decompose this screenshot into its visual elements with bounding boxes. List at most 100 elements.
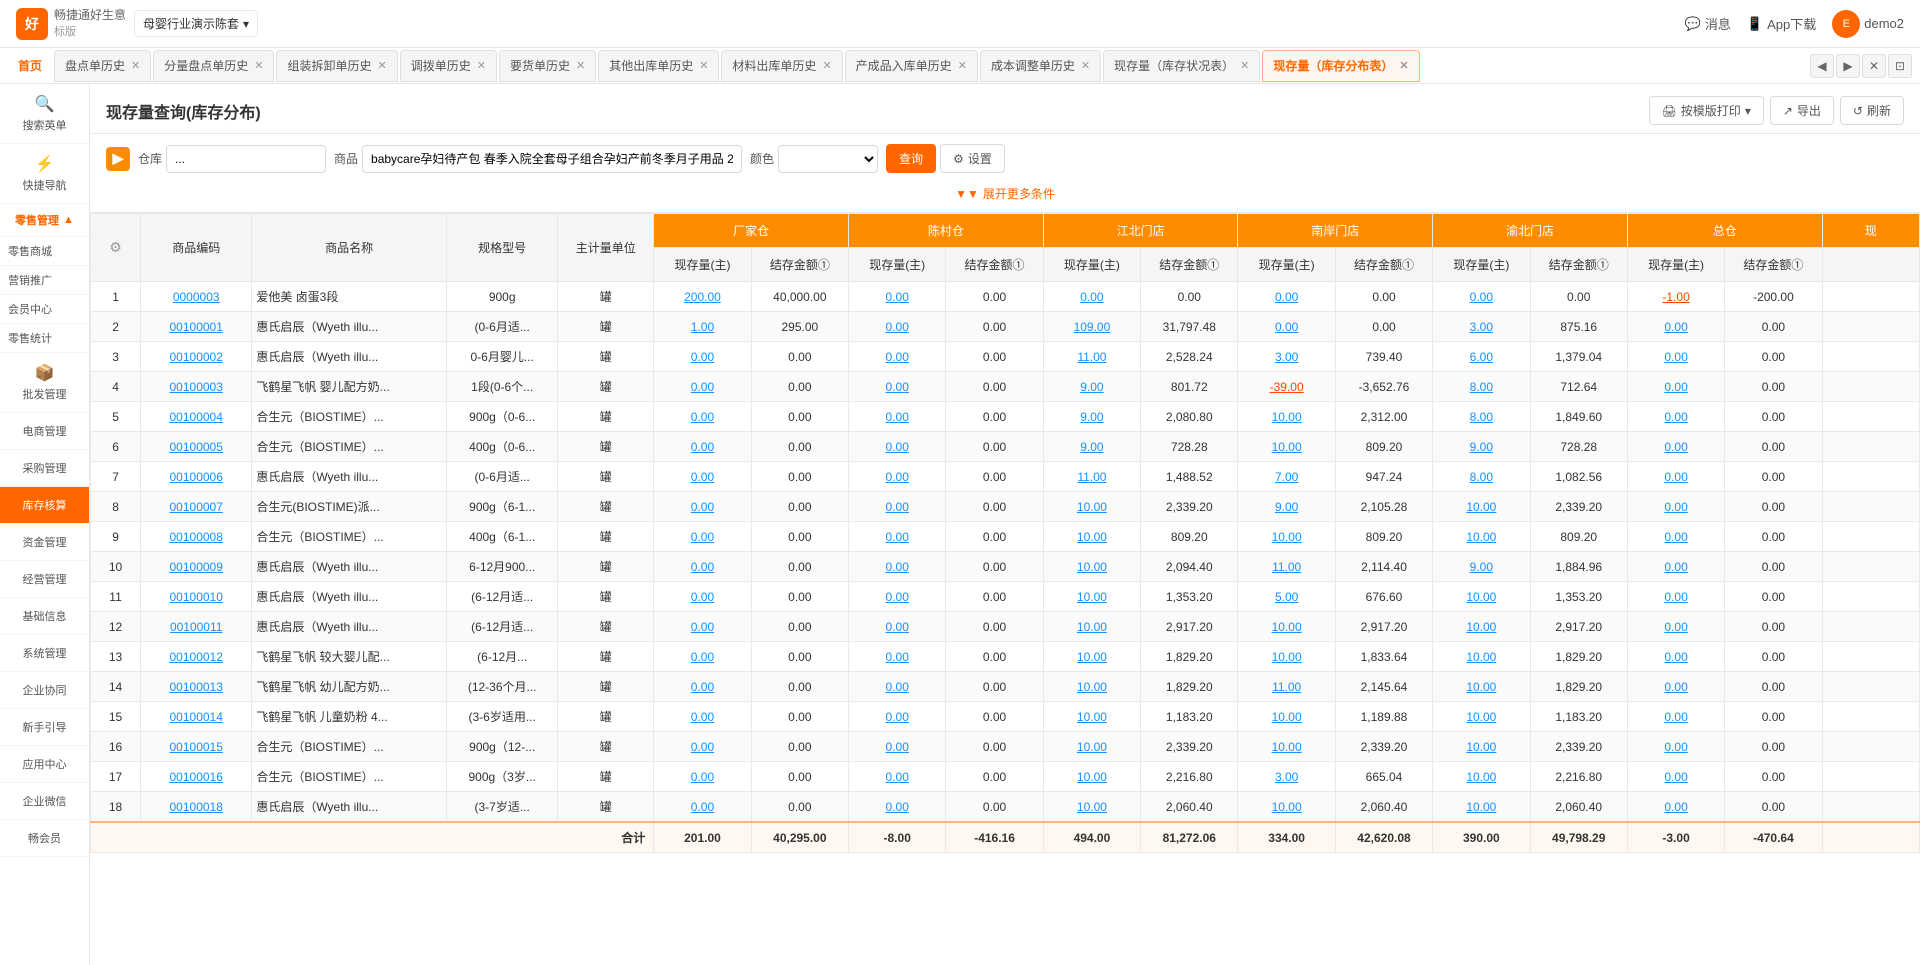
cell-factory-amt: 40,000.00 <box>751 282 848 312</box>
cell-chen-amt: 0.00 <box>946 372 1043 402</box>
cell-chen-qty: 0.00 <box>849 702 946 732</box>
th-chen: 陈村仓 <box>849 214 1044 248</box>
tab-stock-dist[interactable]: 现存量（库存分布表） ✕ <box>1262 50 1419 82</box>
cell-factory-amt: 295.00 <box>751 312 848 342</box>
warehouse-input[interactable] <box>166 145 326 173</box>
filter-expand-more[interactable]: ▼▼ 展开更多条件 <box>106 181 1904 202</box>
sidebar-item-member[interactable]: 会员中心 <box>0 295 89 324</box>
close-icon[interactable]: ✕ <box>131 59 140 72</box>
cell-total-jiangbei-amt: 81,272.06 <box>1141 822 1238 853</box>
close-icon[interactable]: ✕ <box>477 59 486 72</box>
th-settings[interactable]: ⚙ <box>91 214 141 282</box>
sidebar-item-basic[interactable]: 基础信息 <box>0 598 89 635</box>
table-row: 3 00100002 惠氏启辰（Wyeth illu... 0-6月婴儿... … <box>91 342 1920 372</box>
color-select[interactable] <box>778 145 878 173</box>
tab-group[interactable]: 组装拆卸单历史 ✕ <box>276 50 397 82</box>
cell-yubei-qty: 10.00 <box>1433 522 1530 552</box>
tab-next-btn[interactable]: ▶ <box>1836 54 1860 78</box>
cell-factory-qty: 1.00 <box>654 312 751 342</box>
cell-unit: 罐 <box>558 492 654 522</box>
close-icon[interactable]: ✕ <box>254 59 263 72</box>
close-icon[interactable]: ✕ <box>958 59 967 72</box>
sidebar-item-vip[interactable]: 畅会员 <box>0 820 89 857</box>
message-btn[interactable]: 💬 消息 <box>1685 14 1731 33</box>
expand-collapse-btn[interactable]: ▶ <box>106 147 130 171</box>
tab-prev-btn[interactable]: ◀ <box>1810 54 1834 78</box>
cell-chen-qty: 0.00 <box>849 552 946 582</box>
tab-inventory[interactable]: 盘点单历史 ✕ <box>54 50 151 82</box>
cell-jiangbei-amt: 801.72 <box>1141 372 1238 402</box>
cell-factory-amt: 0.00 <box>751 642 848 672</box>
close-icon[interactable]: ✕ <box>576 59 585 72</box>
tab-cost-adj[interactable]: 成本调整单历史 ✕ <box>980 50 1101 82</box>
cell-nanan-amt: 2,060.40 <box>1335 792 1432 823</box>
app-download-btn[interactable]: 📱 App下载 <box>1747 14 1816 33</box>
sidebar-item-retail-shop[interactable]: 零售商城 <box>0 237 89 266</box>
cell-total-amt: 0.00 <box>1725 402 1822 432</box>
query-button[interactable]: 查询 <box>886 144 936 173</box>
sidebar-item-retail-stats[interactable]: 零售统计 <box>0 324 89 353</box>
cell-current <box>1822 372 1919 402</box>
sidebar-item-operations[interactable]: 经营管理 <box>0 561 89 598</box>
cell-total-amt: 0.00 <box>1725 612 1822 642</box>
cell-factory-qty: 0.00 <box>654 792 751 823</box>
settings-icon[interactable]: ⚙ <box>109 239 122 255</box>
cell-no: 13 <box>91 642 141 672</box>
table-row: 8 00100007 合生元(BIOSTIME)派... 900g（6-1...… <box>91 492 1920 522</box>
sidebar-item-search[interactable]: 🔍 搜索英单 <box>0 84 89 144</box>
refresh-button[interactable]: ↺ 刷新 <box>1840 96 1904 125</box>
tab-other-out[interactable]: 其他出库单历史 ✕ <box>598 50 719 82</box>
sidebar-item-inventory[interactable]: 库存核算 <box>0 487 89 524</box>
tab-request[interactable]: 要货单历史 ✕ <box>499 50 596 82</box>
warehouse-label: 仓库 <box>138 150 162 167</box>
tab-home[interactable]: 首页 <box>8 50 52 82</box>
sidebar-item-purchase[interactable]: 采购管理 <box>0 450 89 487</box>
sidebar-item-quicknav[interactable]: ⚡ 快捷导航 <box>0 144 89 204</box>
sidebar-item-appcenter[interactable]: 应用中心 <box>0 746 89 783</box>
close-icon[interactable]: ✕ <box>1081 59 1090 72</box>
settings-label: 设置 <box>968 150 992 167</box>
avatar: E <box>1832 10 1860 38</box>
th-factory-amt: 结存金额① <box>751 248 848 282</box>
tab-adjust[interactable]: 调拨单历史 ✕ <box>400 50 497 82</box>
tab-product-in[interactable]: 产成品入库单历史 ✕ <box>845 50 978 82</box>
tab-close-btn[interactable]: ✕ <box>1862 54 1886 78</box>
cell-factory-amt: 0.00 <box>751 732 848 762</box>
cell-code: 00100006 <box>141 462 252 492</box>
tab-material[interactable]: 材料出库单历史 ✕ <box>721 50 842 82</box>
enterprise-label: 企业协同 <box>23 682 67 698</box>
close-icon[interactable]: ✕ <box>1399 59 1408 72</box>
cell-nanan-amt: 2,145.64 <box>1335 672 1432 702</box>
user-area[interactable]: E demo2 <box>1832 10 1904 38</box>
close-icon[interactable]: ✕ <box>822 59 831 72</box>
tab-more-btn[interactable]: ⊡ <box>1888 54 1912 78</box>
sidebar-item-wholesale[interactable]: 📦 批发管理 <box>0 353 89 413</box>
cell-code: 00100005 <box>141 432 252 462</box>
close-icon[interactable]: ✕ <box>1240 59 1249 72</box>
goods-input[interactable] <box>362 145 742 173</box>
cell-chen-qty: 0.00 <box>849 642 946 672</box>
cell-jiangbei-qty: 10.00 <box>1043 702 1140 732</box>
sidebar-item-corpwx[interactable]: 企业微信 <box>0 783 89 820</box>
sidebar-item-system[interactable]: 系统管理 <box>0 635 89 672</box>
sidebar-item-finance[interactable]: 资金管理 <box>0 524 89 561</box>
settings-button[interactable]: ⚙ 设置 <box>940 144 1005 173</box>
tab-dist-inventory[interactable]: 分量盘点单历史 ✕ <box>153 50 274 82</box>
tab-stock-status[interactable]: 现存量（库存状况表） ✕ <box>1103 50 1260 82</box>
industry-selector[interactable]: 母婴行业演示陈套 ▾ <box>134 10 258 37</box>
cell-factory-qty: 0.00 <box>654 612 751 642</box>
export-button[interactable]: ↗ 导出 <box>1770 96 1834 125</box>
close-icon[interactable]: ✕ <box>699 59 708 72</box>
print-button[interactable]: 🖨 按模版打印 ▾ <box>1649 96 1764 125</box>
sidebar-item-guide[interactable]: 新手引导 <box>0 709 89 746</box>
sidebar-item-retail-group[interactable]: 零售管理 ▲ <box>0 204 89 237</box>
cell-chen-amt: 0.00 <box>946 732 1043 762</box>
cell-total-amt: 0.00 <box>1725 432 1822 462</box>
th-chen-qty: 现存量(主) <box>849 248 946 282</box>
export-label: 导出 <box>1797 102 1821 119</box>
sidebar-item-enterprise[interactable]: 企业协同 <box>0 672 89 709</box>
close-icon[interactable]: ✕ <box>378 59 387 72</box>
sidebar-item-marketing[interactable]: 营销推广 <box>0 266 89 295</box>
th-nanan-amt: 结存金额① <box>1335 248 1432 282</box>
sidebar-item-ecommerce[interactable]: 电商管理 <box>0 413 89 450</box>
